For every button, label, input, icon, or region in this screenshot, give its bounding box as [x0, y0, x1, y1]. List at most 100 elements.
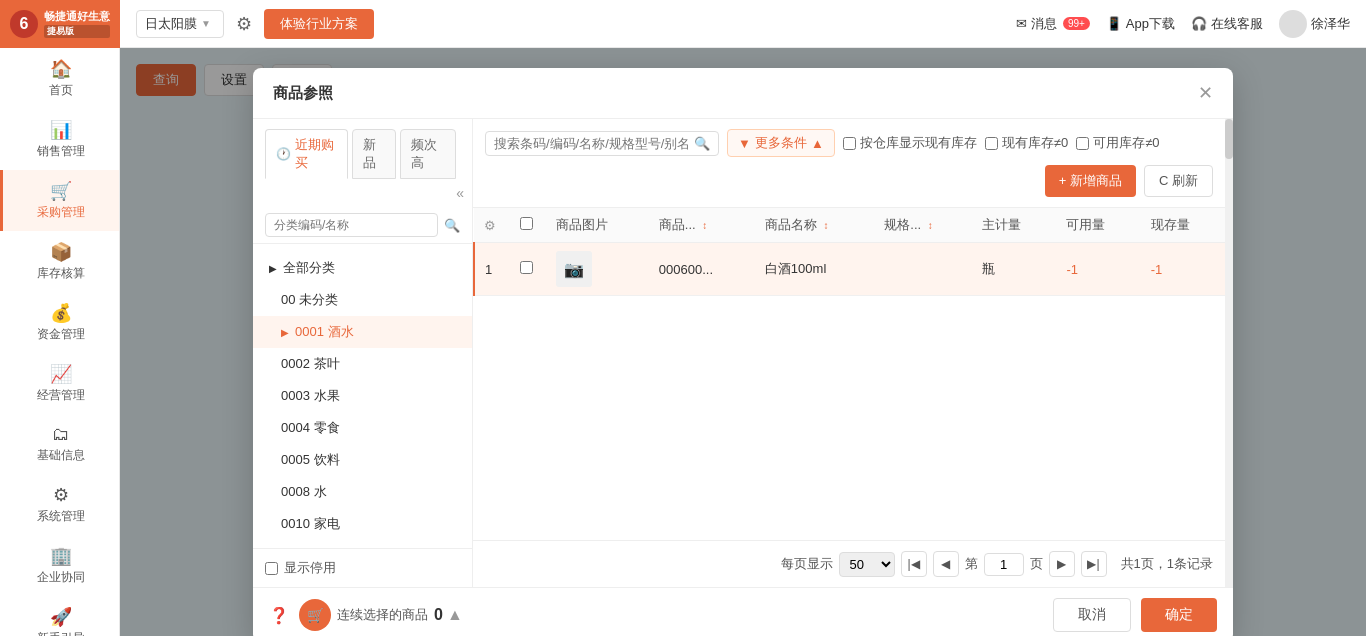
cancel-button[interactable]: 取消 — [1053, 598, 1131, 632]
category-search-input[interactable] — [265, 213, 438, 237]
row-checkbox-cell[interactable] — [510, 243, 546, 296]
product-table: ⚙ 商品图片 — [473, 208, 1225, 296]
more-filter-button[interactable]: ▼ 更多条件 ▲ — [727, 129, 835, 157]
logo-badge: 捷易版 — [44, 25, 110, 39]
modal-footer: ❓ 🛒 连续选择的商品 0 ▲ 取消 确定 — [253, 587, 1233, 636]
modal-close-button[interactable]: ✕ — [1198, 82, 1213, 104]
row-stock-cell: -1 — [1141, 243, 1225, 296]
category-label-appliances: 0010 家电 — [281, 515, 340, 533]
sidebar-label-system: 系统管理 — [37, 508, 85, 525]
sidebar-label-finance: 资金管理 — [37, 326, 85, 343]
nav-app-download[interactable]: 📱 App下载 — [1106, 15, 1175, 33]
row-checkbox[interactable] — [520, 261, 533, 274]
sort-icon-spec: ↕ — [928, 220, 933, 231]
add-product-button[interactable]: + 新增商品 — [1045, 165, 1136, 197]
sidebar-item-system[interactable]: ⚙ 系统管理 — [0, 474, 119, 535]
message-icon: ✉ — [1016, 16, 1027, 31]
footer-cart[interactable]: 🛒 连续选择的商品 0 — [299, 599, 443, 631]
sidebar-label-operations: 经营管理 — [37, 387, 85, 404]
category-item-drinks[interactable]: 0005 饮料 — [253, 444, 472, 476]
modal-scrollbar[interactable] — [1225, 119, 1233, 587]
col-spec[interactable]: 规格... ↕ — [874, 208, 972, 243]
prev-page-button[interactable]: ◀ — [933, 551, 959, 577]
col-settings[interactable]: ⚙ — [474, 208, 510, 243]
purchase-icon: 🛒 — [50, 180, 72, 202]
refresh-button[interactable]: C 刷新 — [1144, 165, 1213, 197]
sidebar-item-purchase[interactable]: 🛒 采购管理 — [0, 170, 119, 231]
last-page-button[interactable]: ▶| — [1081, 551, 1107, 577]
category-search-icon[interactable]: 🔍 — [444, 218, 460, 233]
sidebar-item-basic[interactable]: 🗂 基础信息 — [0, 414, 119, 474]
sidebar-item-finance[interactable]: 💰 资金管理 — [0, 292, 119, 353]
sidebar-item-home[interactable]: 🏠 首页 — [0, 48, 119, 109]
category-item-uncategorized[interactable]: 00 未分类 — [253, 284, 472, 316]
tab-recent-purchase[interactable]: 🕐 近期购买 — [265, 129, 348, 179]
page-number-input[interactable] — [984, 553, 1024, 576]
filter-icon: ▼ — [738, 136, 751, 151]
nav-selector[interactable]: 日太阳膜 ▼ — [136, 10, 224, 38]
sidebar-item-sales[interactable]: 📊 销售管理 — [0, 109, 119, 170]
existing-checkbox[interactable] — [985, 137, 998, 150]
page-size-select[interactable]: 50 10 20 100 — [839, 552, 895, 577]
nav-selector-text: 日太阳膜 — [145, 15, 197, 33]
footer-collapse-icon[interactable]: ▲ — [447, 606, 463, 624]
sidebar-label-sales: 销售管理 — [37, 143, 85, 160]
category-item-all[interactable]: ▶ 全部分类 — [253, 252, 472, 284]
col-available-label: 可用量 — [1066, 217, 1105, 232]
nav-service[interactable]: 🎧 在线客服 — [1191, 15, 1263, 33]
category-item-water[interactable]: 0008 水 — [253, 476, 472, 508]
headset-icon: 🎧 — [1191, 16, 1207, 31]
trial-button[interactable]: 体验行业方案 — [264, 9, 374, 39]
sidebar-label-home: 首页 — [49, 82, 73, 99]
nav-user[interactable]: 徐泽华 — [1279, 10, 1350, 38]
category-item-tea[interactable]: 0002 茶叶 — [253, 348, 472, 380]
next-page-button[interactable]: ▶ — [1049, 551, 1075, 577]
sidebar-label-inventory: 库存核算 — [37, 265, 85, 282]
sidebar-item-inventory[interactable]: 📦 库存核算 — [0, 231, 119, 292]
col-name[interactable]: 商品名称 ↕ — [755, 208, 874, 243]
first-page-button[interactable]: |◀ — [901, 551, 927, 577]
category-item-appliances[interactable]: 0010 家电 — [253, 508, 472, 540]
help-icon[interactable]: ❓ — [269, 606, 289, 625]
sidebar-item-guide[interactable]: 🚀 新手引导 — [0, 596, 119, 636]
search-icon[interactable]: 🔍 — [694, 136, 710, 151]
usable-checkbox[interactable] — [1076, 137, 1089, 150]
settings-icon[interactable]: ⚙ — [484, 218, 496, 233]
footer-right-buttons: 取消 确定 — [1053, 598, 1217, 632]
inventory-icon: 📦 — [50, 241, 72, 263]
category-list: ▶ 全部分类 00 未分类 ▶ 0001 酒水 0002 茶 — [253, 244, 472, 548]
product-search-box: 🔍 — [485, 131, 719, 156]
table-row[interactable]: 1 📷 000600... — [474, 243, 1225, 296]
tab-frequent[interactable]: 频次高 — [400, 129, 456, 179]
show-disabled-label[interactable]: 显示停用 — [284, 559, 336, 577]
show-disabled-checkbox[interactable] — [265, 562, 278, 575]
collapse-icon[interactable]: « — [456, 185, 464, 201]
select-all-checkbox[interactable] — [520, 217, 533, 230]
category-label-fruit: 0003 水果 — [281, 387, 340, 405]
basic-icon: 🗂 — [52, 424, 70, 445]
sidebar-item-enterprise[interactable]: 🏢 企业协同 — [0, 535, 119, 596]
sidebar-item-operations[interactable]: 📈 经营管理 — [0, 353, 119, 414]
col-available: 可用量 — [1056, 208, 1140, 243]
nav-message[interactable]: ✉ 消息 99+ — [1016, 15, 1090, 33]
confirm-button[interactable]: 确定 — [1141, 598, 1217, 632]
top-nav: 6 畅捷通好生意 捷易版 日太阳膜 ▼ ⚙ 体验行业方案 ✉ 消息 99+ 📱 … — [0, 0, 1366, 48]
usable-filter: 可用库存≠0 — [1076, 134, 1159, 152]
usable-label: 可用库存≠0 — [1093, 134, 1159, 152]
gear-icon[interactable]: ⚙ — [236, 13, 252, 35]
col-unit-label: 主计量 — [982, 217, 1021, 232]
tab-new-products[interactable]: 新品 — [352, 129, 396, 179]
category-item-snacks[interactable]: 0004 零食 — [253, 412, 472, 444]
row-code-cell: 000600... — [649, 243, 755, 296]
right-panel: 🔍 ▼ 更多条件 ▲ 按仓库显示现有库存 — [473, 119, 1225, 587]
category-item-liquor[interactable]: ▶ 0001 酒水 — [253, 316, 472, 348]
col-image: 商品图片 — [546, 208, 649, 243]
product-search-input[interactable] — [494, 136, 694, 151]
category-item-fruit[interactable]: 0003 水果 — [253, 380, 472, 412]
finance-icon: 💰 — [50, 302, 72, 324]
footer-selected-count: 0 — [434, 606, 443, 624]
nav-service-text: 在线客服 — [1211, 15, 1263, 33]
warehouse-checkbox[interactable] — [843, 137, 856, 150]
col-code[interactable]: 商品... ↕ — [649, 208, 755, 243]
col-stock-label: 现存量 — [1151, 217, 1190, 232]
